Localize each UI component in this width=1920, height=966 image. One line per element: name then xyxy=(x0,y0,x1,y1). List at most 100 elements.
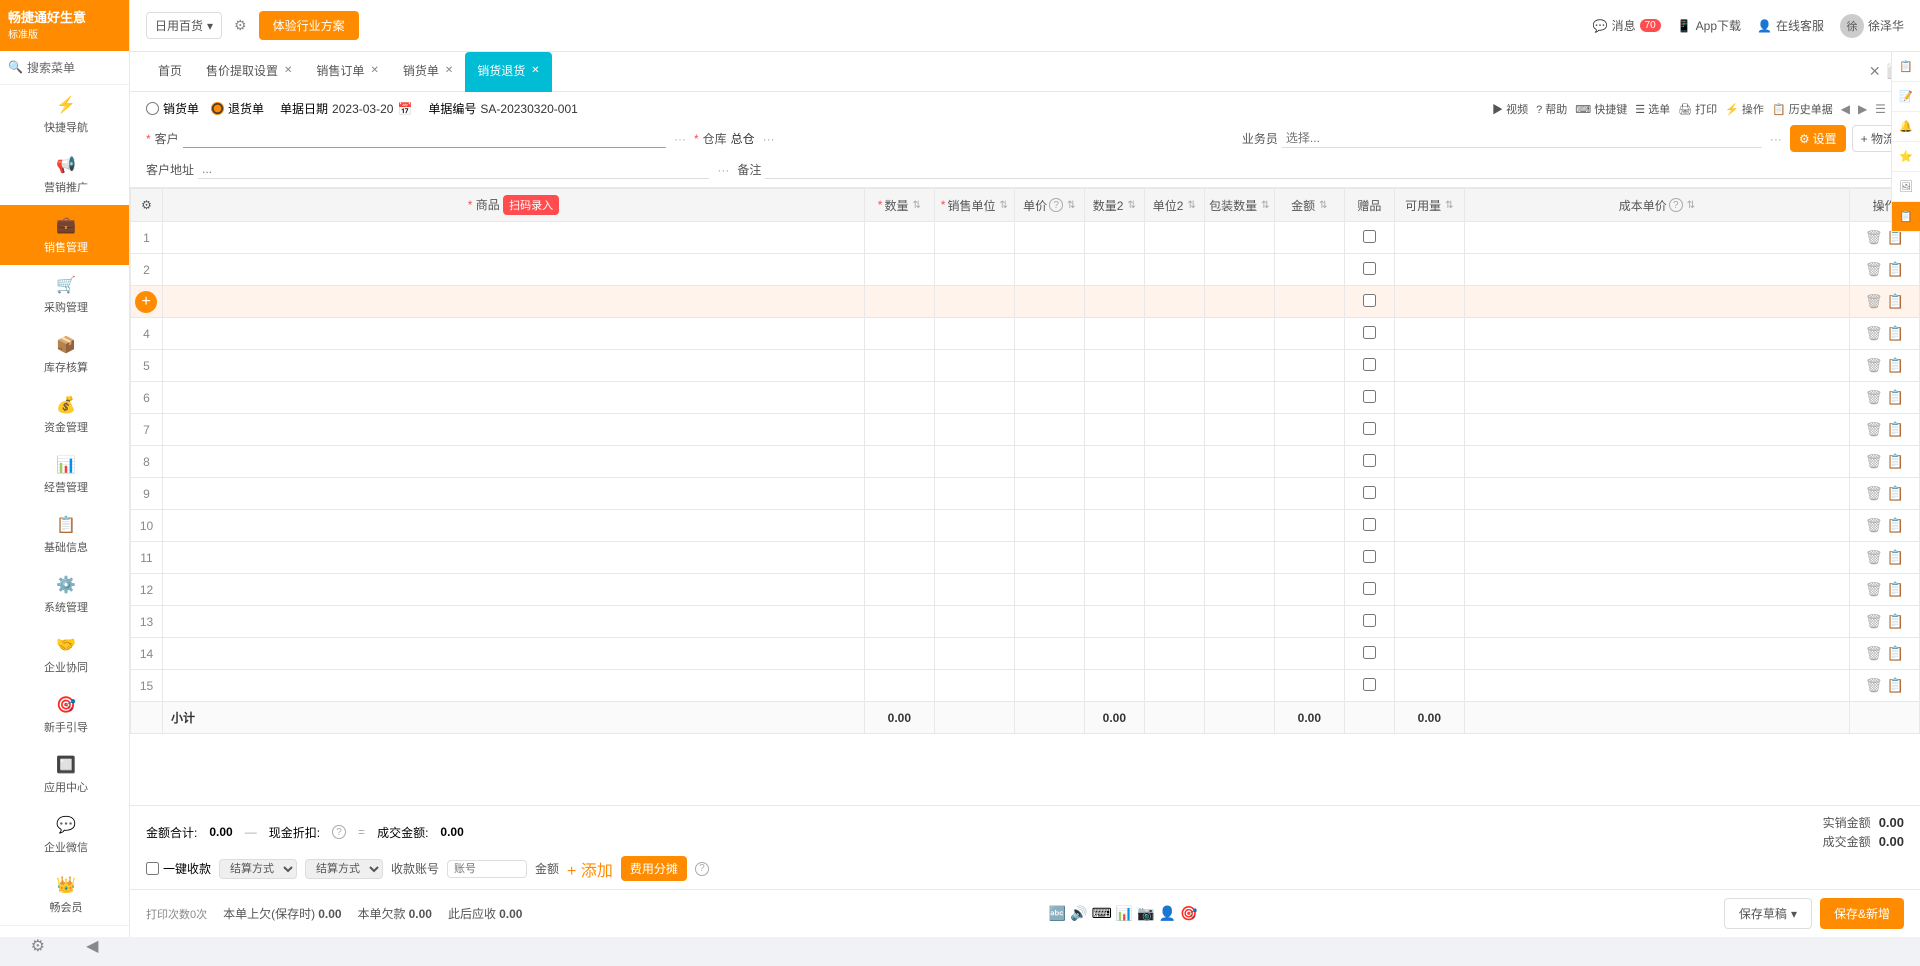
salesperson-input[interactable] xyxy=(1282,129,1762,148)
pack_qty-cell-11[interactable] xyxy=(1204,542,1274,574)
gift-cell-7[interactable] xyxy=(1344,414,1394,446)
gift-checkbox-3[interactable] xyxy=(1363,294,1376,307)
gift-cell-10[interactable] xyxy=(1344,510,1394,542)
sales_unit-cell-7[interactable] xyxy=(934,414,1014,446)
quantity-cell-14[interactable] xyxy=(864,638,934,670)
delete-row-icon-1[interactable]: 🗑 xyxy=(1865,229,1883,246)
sales_unit-cell-5[interactable] xyxy=(934,350,1014,382)
unit2-cell-15[interactable] xyxy=(1144,670,1204,702)
quantity-cell-4[interactable] xyxy=(864,318,934,350)
quantity-cell-9[interactable] xyxy=(864,478,934,510)
tool-icon-2[interactable]: 🔊 xyxy=(1070,905,1087,922)
unit_price-cell-15[interactable] xyxy=(1014,670,1084,702)
unit_price-cell-12[interactable] xyxy=(1014,574,1084,606)
cost-price-cell-6[interactable] xyxy=(1464,382,1849,414)
amount-cell-5[interactable] xyxy=(1274,350,1344,382)
unit2-cell-4[interactable] xyxy=(1144,318,1204,350)
pack_qty-cell-7[interactable] xyxy=(1204,414,1274,446)
pack_qty-cell-1[interactable] xyxy=(1204,222,1274,254)
quantity2-cell-6[interactable] xyxy=(1084,382,1144,414)
search-menu-item[interactable]: 🔍 搜索菜单 xyxy=(0,51,129,85)
gift-checkbox-15[interactable] xyxy=(1363,678,1376,691)
product-cell-9[interactable] xyxy=(163,478,865,510)
copy-row-icon-3[interactable]: 📋 xyxy=(1887,293,1904,310)
unit_price-cell-10[interactable] xyxy=(1014,510,1084,542)
col-gear[interactable]: ⚙ xyxy=(131,189,163,222)
available-cell-1[interactable] xyxy=(1394,222,1464,254)
cost-price-cell-10[interactable] xyxy=(1464,510,1849,542)
settlement-select[interactable]: 结算方式 xyxy=(219,859,297,879)
pack_qty-cell-15[interactable] xyxy=(1204,670,1274,702)
sales_unit-cell-1[interactable] xyxy=(934,222,1014,254)
customer-dots[interactable]: ··· xyxy=(674,132,686,146)
delete-row-icon-9[interactable]: 🗑 xyxy=(1865,485,1883,502)
sidebar-item-basic[interactable]: 📋 基础信息 xyxy=(0,505,129,565)
sidebar-item-operations[interactable]: 📊 经营管理 xyxy=(0,445,129,505)
quantity2-cell-1[interactable] xyxy=(1084,222,1144,254)
amount-cell-1[interactable] xyxy=(1274,222,1344,254)
cost-price-cell-15[interactable] xyxy=(1464,670,1849,702)
sales_unit-cell-3[interactable] xyxy=(934,286,1014,318)
scan-btn[interactable]: 扫码录入 xyxy=(503,195,559,215)
side-panel-btn-4[interactable]: ⭐ xyxy=(1892,142,1920,172)
one-click-checkbox-input[interactable] xyxy=(146,862,159,875)
gift-cell-11[interactable] xyxy=(1344,542,1394,574)
user-profile[interactable]: 徐 徐泽华 xyxy=(1840,14,1904,38)
sidebar-item-marketing[interactable]: 📢 营销推广 xyxy=(0,145,129,205)
sidebar-item-apps[interactable]: 🔲 应用中心 xyxy=(0,745,129,805)
available-cell-12[interactable] xyxy=(1394,574,1464,606)
copy-row-icon-9[interactable]: 📋 xyxy=(1887,485,1904,502)
gift-cell-15[interactable] xyxy=(1344,670,1394,702)
amount-cell-6[interactable] xyxy=(1274,382,1344,414)
pack_qty-cell-8[interactable] xyxy=(1204,446,1274,478)
cost-price-cell-8[interactable] xyxy=(1464,446,1849,478)
sidebar-item-finance[interactable]: 💰 资金管理 xyxy=(0,385,129,445)
tab-sales-return[interactable]: 销货退货 ✕ xyxy=(465,52,551,92)
available-cell-15[interactable] xyxy=(1394,670,1464,702)
video-btn[interactable]: ▶ 视频 xyxy=(1492,101,1528,117)
unit_price-cell-2[interactable] xyxy=(1014,254,1084,286)
amount-cell-8[interactable] xyxy=(1274,446,1344,478)
quantity2-cell-14[interactable] xyxy=(1084,638,1144,670)
pack-qty-sort-icon[interactable]: ⇅ xyxy=(1261,200,1269,211)
amount-cell-15[interactable] xyxy=(1274,670,1344,702)
amount-cell-7[interactable] xyxy=(1274,414,1344,446)
radio-sales-delivery[interactable]: 销货单 xyxy=(146,100,199,117)
quantity-cell-7[interactable] xyxy=(864,414,934,446)
delete-row-icon-10[interactable]: 🗑 xyxy=(1865,517,1883,534)
quantity-sort-icon[interactable]: ⇅ xyxy=(912,200,920,211)
delete-row-icon-13[interactable]: 🗑 xyxy=(1865,613,1883,630)
quantity2-cell-11[interactable] xyxy=(1084,542,1144,574)
available-cell-11[interactable] xyxy=(1394,542,1464,574)
quantity2-cell-12[interactable] xyxy=(1084,574,1144,606)
unit_price-cell-13[interactable] xyxy=(1014,606,1084,638)
available-cell-14[interactable] xyxy=(1394,638,1464,670)
tab-sales-return-close[interactable]: ✕ xyxy=(531,65,539,76)
copy-row-icon-11[interactable]: 📋 xyxy=(1887,549,1904,566)
gift-cell-12[interactable] xyxy=(1344,574,1394,606)
unit-price-sort-icon[interactable]: ⇅ xyxy=(1067,200,1075,211)
sales_unit-cell-12[interactable] xyxy=(934,574,1014,606)
pack_qty-cell-3[interactable] xyxy=(1204,286,1274,318)
unit2-cell-11[interactable] xyxy=(1144,542,1204,574)
select-btn[interactable]: ☰ 选单 xyxy=(1635,101,1670,117)
side-panel-btn-6[interactable]: 📋 xyxy=(1892,202,1920,232)
unit-price-help-icon[interactable]: ? xyxy=(1049,198,1063,212)
sales_unit-cell-13[interactable] xyxy=(934,606,1014,638)
quantity2-cell-2[interactable] xyxy=(1084,254,1144,286)
available-cell-10[interactable] xyxy=(1394,510,1464,542)
quantity-cell-13[interactable] xyxy=(864,606,934,638)
unit2-cell-10[interactable] xyxy=(1144,510,1204,542)
tool-icon-7[interactable]: 🎯 xyxy=(1180,905,1197,922)
unit2-cell-13[interactable] xyxy=(1144,606,1204,638)
gift-cell-4[interactable] xyxy=(1344,318,1394,350)
unit2-cell-1[interactable] xyxy=(1144,222,1204,254)
product-cell-8[interactable] xyxy=(163,446,865,478)
unit_price-cell-14[interactable] xyxy=(1014,638,1084,670)
collapse-icon[interactable]: ◀ xyxy=(86,936,98,956)
product-cell-7[interactable] xyxy=(163,414,865,446)
cost-price-help-icon[interactable]: ? xyxy=(1669,198,1683,212)
unit_price-cell-4[interactable] xyxy=(1014,318,1084,350)
product-cell-6[interactable] xyxy=(163,382,865,414)
quantity2-cell-15[interactable] xyxy=(1084,670,1144,702)
